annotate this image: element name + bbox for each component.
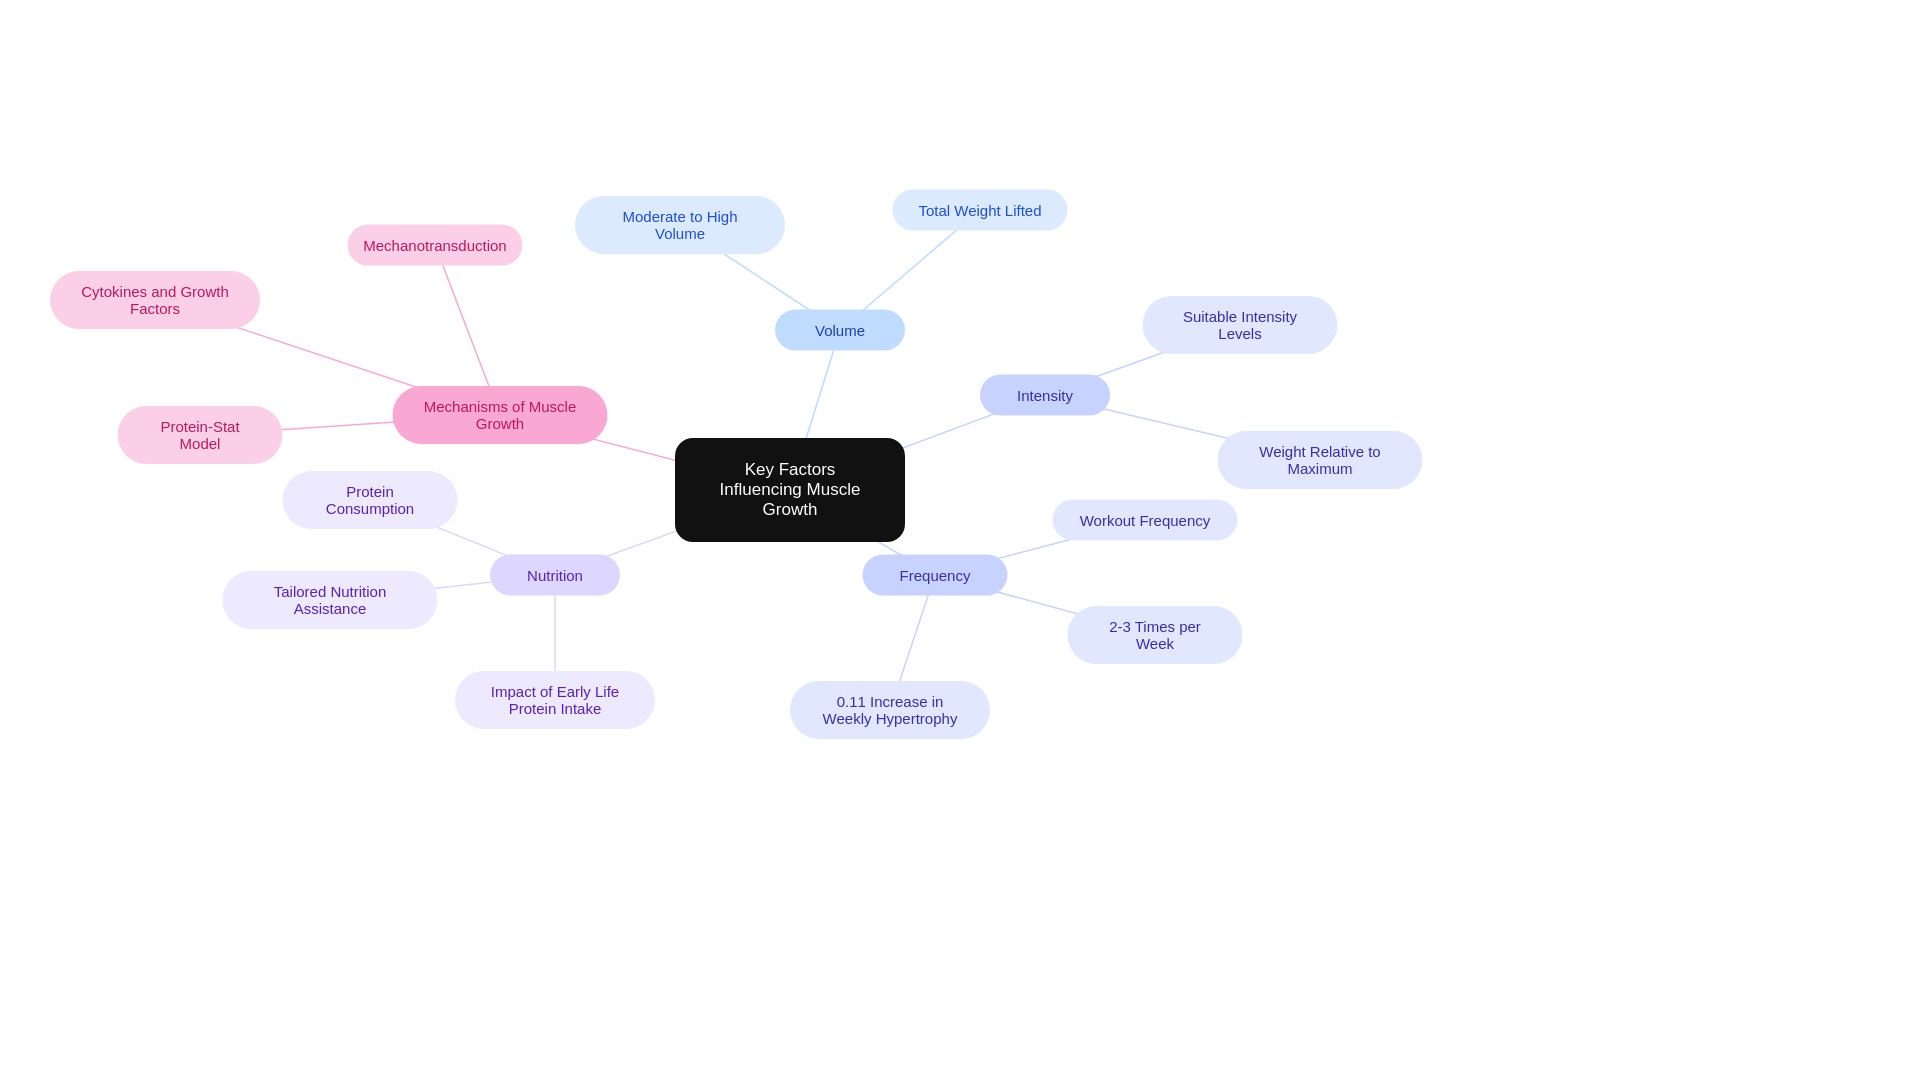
mechanisms-node[interactable]: Mechanisms of Muscle Growth — [393, 386, 608, 444]
moderate-high-volume-node[interactable]: Moderate to High Volume — [575, 196, 785, 254]
intensity-node[interactable]: Intensity — [980, 375, 1110, 416]
weight-relative-node[interactable]: Weight Relative to Maximum — [1218, 431, 1423, 489]
tailored-nutrition-node[interactable]: Tailored Nutrition Assistance — [223, 571, 438, 629]
protein-consumption-node[interactable]: Protein Consumption — [283, 471, 458, 529]
frequency-node[interactable]: Frequency — [863, 555, 1008, 596]
mechanotransduction-node[interactable]: Mechanotransduction — [348, 225, 523, 266]
center-node[interactable]: Key Factors Influencing Muscle Growth — [675, 438, 905, 542]
protein-stat-node[interactable]: Protein-Stat Model — [118, 406, 283, 464]
workout-frequency-node[interactable]: Workout Frequency — [1053, 500, 1238, 541]
times-per-week-node[interactable]: 2-3 Times per Week — [1068, 606, 1243, 664]
nutrition-node[interactable]: Nutrition — [490, 555, 620, 596]
weekly-hypertrophy-node[interactable]: 0.11 Increase in Weekly Hypertrophy — [790, 681, 990, 739]
total-weight-lifted-node[interactable]: Total Weight Lifted — [893, 190, 1068, 231]
early-life-protein-node[interactable]: Impact of Early Life Protein Intake — [455, 671, 655, 729]
cytokines-node[interactable]: Cytokines and Growth Factors — [50, 271, 260, 329]
suitable-intensity-node[interactable]: Suitable Intensity Levels — [1143, 296, 1338, 354]
volume-node[interactable]: Volume — [775, 310, 905, 351]
